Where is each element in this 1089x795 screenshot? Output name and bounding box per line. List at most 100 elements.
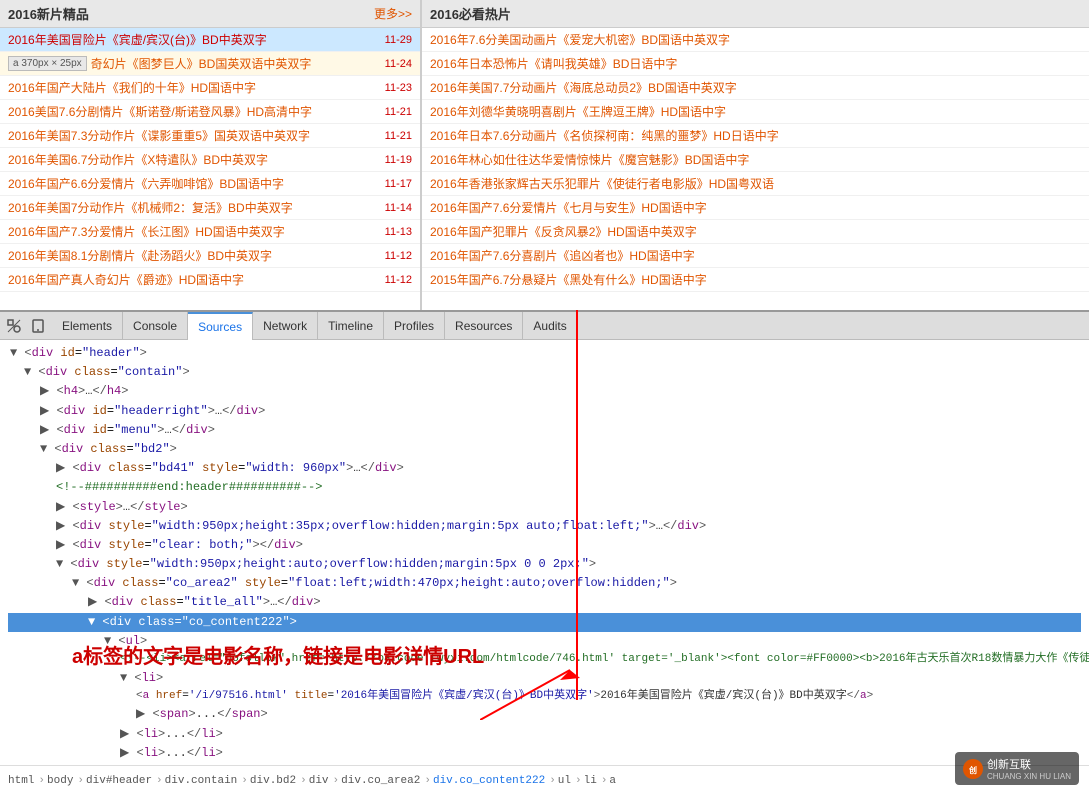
list-item[interactable]: 2016年国产6.6分爱情片《六弄咖啡馆》BD国语中字 11-17	[0, 172, 420, 196]
tab-resources[interactable]: Resources	[445, 312, 523, 340]
tree-line: ▼ <div class="co_area2" style="float:lef…	[8, 574, 1081, 593]
movie-date: 11-17	[377, 178, 412, 190]
tree-line: ▶ <h4>…</h4>	[8, 382, 1081, 401]
movie-title: 2016年刘德华黄晓明喜剧片《王牌逗王牌》HD国语中字	[430, 103, 1081, 120]
list-item[interactable]: 2016年国产7.3分爱情片《长江图》HD国语中英双字 11-13	[0, 220, 420, 244]
left-section-title: 2016新片精品	[8, 4, 89, 23]
movie-panel: 2016新片精品 更多>> 2016年美国冒险片《宾虚/宾汉(台)》BD中英双字…	[0, 0, 1089, 310]
movie-title: 2016年美国8.1分剧情片《赴汤蹈火》BD中英双字	[8, 247, 377, 264]
tab-profiles[interactable]: Profiles	[384, 312, 445, 340]
list-item[interactable]: 2016年国产大陆片《我们的十年》HD国语中字 11-23	[0, 76, 420, 100]
inspect-icon	[7, 319, 21, 333]
breadcrumb-item[interactable]: a	[609, 775, 616, 787]
movie-title: 奇幻片《图梦巨人》BD国英双语中英双字	[91, 55, 377, 72]
movie-title: 2016年国产真人奇幻片《爵迹》HD国语中字	[8, 271, 377, 288]
list-item[interactable]: 2016美国7.6分剧情片《斯诺登/斯诺登风暴》HD高清中字 11-21	[0, 100, 420, 124]
breadcrumb-item-current[interactable]: div.co_content222	[433, 775, 545, 787]
tree-line: ▶ <li>…</li>	[8, 763, 1081, 765]
tree-line: ▶ <style>…</style>	[8, 498, 1081, 517]
movie-title: 2016年日本恐怖片《请叫我英雄》BD日语中字	[430, 55, 1081, 72]
tab-audits[interactable]: Audits	[523, 312, 577, 340]
right-movie-list: 2016年7.6分美国动画片《爱宠大机密》BD国语中英双字 2016年日本恐怖片…	[422, 28, 1089, 292]
movie-title: 2016年国产7.6分喜剧片《追凶者也》HD国语中字	[430, 247, 1081, 264]
movie-date: 11-19	[377, 154, 412, 166]
movie-title: 2016年国产6.6分爱情片《六弄咖啡馆》BD国语中字	[8, 175, 377, 192]
list-item[interactable]: 2016年日本7.6分动画片《名侦探柯南：纯黑的噩梦》HD日语中字	[422, 124, 1089, 148]
brand-badge: 创 创新互联 CHUANG XIN HU LIAN	[955, 752, 1079, 785]
tree-line: ▼ <div id="header">	[8, 344, 1081, 363]
tab-console[interactable]: Console	[123, 312, 188, 340]
list-item[interactable]: 2016年美国6.7分动作片《X特遣队》BD中英双字 11-19	[0, 148, 420, 172]
list-item[interactable]: 2016年国产7.6分喜剧片《追凶者也》HD国语中字	[422, 244, 1089, 268]
list-item[interactable]: 2016年美国7.3分动作片《谍影重重5》国英双语中英双字 11-21	[0, 124, 420, 148]
movie-title: 2016年美国6.7分动作片《X特遣队》BD中英双字	[8, 151, 377, 168]
movie-title: 2016年国产犯罪片《反贪风暴2》HD国语中英双字	[430, 223, 1081, 240]
list-item[interactable]: a 370px × 25px 奇幻片《图梦巨人》BD国英双语中英双字 11-24	[0, 52, 420, 76]
tree-line-selected[interactable]: ▼ <div class="co_content222">	[8, 613, 1081, 632]
tree-line: ▶ <div class="bd41" style="width: 960px"…	[8, 459, 1081, 478]
list-item[interactable]: 2016年美国7.7分动画片《海底总动员2》BD国语中英双字	[422, 76, 1089, 100]
movie-title: 2016年美国冒险片《宾虚/宾汉(台)》BD中英双字	[8, 31, 377, 48]
movie-date: 11-23	[377, 82, 412, 94]
breadcrumb-item[interactable]: div.co_area2	[341, 775, 420, 787]
tab-elements[interactable]: Elements	[52, 312, 123, 340]
breadcrumb-item[interactable]: div#header	[86, 775, 152, 787]
tree-line: ▶ <li>...</li>	[8, 744, 1081, 763]
mobile-icon-btn[interactable]	[28, 316, 48, 336]
movie-date: 11-14	[377, 202, 412, 214]
right-movie-section: 2016必看热片 2016年7.6分美国动画片《爱宠大机密》BD国语中英双字 2…	[421, 0, 1089, 310]
tree-line: ▶ <div class="title_all">…</div>	[8, 593, 1081, 612]
left-section-header: 2016新片精品 更多>>	[0, 0, 420, 28]
list-item[interactable]: 2016年国产真人奇幻片《爵迹》HD国语中字 11-12	[0, 268, 420, 292]
inspect-icon-btn[interactable]	[4, 316, 24, 336]
tree-line: ▶ <div style="clear: both;"></div>	[8, 536, 1081, 555]
list-item[interactable]: 2016年7.6分美国动画片《爱宠大机密》BD国语中英双字	[422, 28, 1089, 52]
tab-timeline[interactable]: Timeline	[318, 312, 384, 340]
app-container: 2016新片精品 更多>> 2016年美国冒险片《宾虚/宾汉(台)》BD中英双字…	[0, 0, 1089, 793]
list-item[interactable]: 2016年国产犯罪片《反贪风暴2》HD国语中英双字	[422, 220, 1089, 244]
movie-date: 11-13	[377, 226, 412, 238]
list-item[interactable]: 2016年美国8.1分剧情片《赴汤蹈火》BD中英双字 11-12	[0, 244, 420, 268]
tree-line: ▶ <div id="menu">…</div>	[8, 421, 1081, 440]
movie-title: 2016年日本7.6分动画片《名侦探柯南：纯黑的噩梦》HD日语中字	[430, 127, 1081, 144]
breadcrumb-item[interactable]: div	[309, 775, 329, 787]
breadcrumb-item[interactable]: ul	[558, 775, 571, 787]
breadcrumb-item[interactable]: body	[47, 775, 73, 787]
breadcrumb-item[interactable]: li	[584, 775, 597, 787]
tree-line: ▼ <div style="width:950px;height:auto;ov…	[8, 555, 1081, 574]
movie-title: 2016年国产大陆片《我们的十年》HD国语中字	[8, 79, 377, 96]
movie-date: 11-24	[377, 58, 412, 70]
list-item[interactable]: 2016年国产7.6分爱情片《七月与安生》HD国语中字	[422, 196, 1089, 220]
breadcrumb-item[interactable]: html	[8, 775, 34, 787]
devtools-tabs-bar: Elements Console Sources Network Timelin…	[0, 312, 1089, 340]
annotation-text: a标签的文字是电影名称，链接是电影详情URL	[72, 640, 484, 669]
movie-title: 2016年香港张家辉古天乐犯罪片《使徒行者电影版》HD国粤双语	[430, 175, 1081, 192]
tab-network[interactable]: Network	[253, 312, 318, 340]
left-section-more[interactable]: 更多>>	[374, 5, 412, 22]
list-item[interactable]: 2016年刘德华黄晓明喜剧片《王牌逗王牌》HD国语中字	[422, 100, 1089, 124]
list-item[interactable]: 2016年香港张家辉古天乐犯罪片《使徒行者电影版》HD国粤双语	[422, 172, 1089, 196]
list-item[interactable]: 2016年美国7分动作片《机械师2：复活》BD中英双字 11-14	[0, 196, 420, 220]
list-item[interactable]: 2016年日本恐怖片《请叫我英雄》BD日语中字	[422, 52, 1089, 76]
list-item[interactable]: 2016年美国冒险片《宾虚/宾汉(台)》BD中英双字 11-29	[0, 28, 420, 52]
breadcrumb-bar: html › body › div#header › div.contain ›…	[0, 765, 1089, 795]
tree-line: ▼ <div class="contain">	[8, 363, 1081, 382]
movie-date: 11-29	[377, 34, 412, 46]
list-item[interactable]: 2016年林心如仕往达华爱情惊悚片《魔宫魅影》BD国语中字	[422, 148, 1089, 172]
red-arrow-line	[576, 310, 578, 700]
tree-line: ▶ <li>...</li>	[8, 725, 1081, 744]
tree-line: ▼ <div class="bd2">	[8, 440, 1081, 459]
movie-title: 2016美国7.6分剧情片《斯诺登/斯诺登风暴》HD高清中字	[8, 103, 377, 120]
red-arrow-diagonal	[480, 660, 600, 723]
breadcrumb-item[interactable]: div.bd2	[250, 775, 296, 787]
tab-sources[interactable]: Sources	[188, 312, 253, 340]
left-movie-list: 2016年美国冒险片《宾虚/宾汉(台)》BD中英双字 11-29 a 370px…	[0, 28, 420, 292]
movie-date: 11-21	[377, 130, 412, 142]
movie-title: 2016年7.6分美国动画片《爱宠大机密》BD国语中英双字	[430, 31, 1081, 48]
right-section-header: 2016必看热片	[422, 0, 1089, 28]
brand-name: 创新互联 CHUANG XIN HU LIAN	[987, 756, 1071, 781]
tree-line: ▶ <div style="width:950px;height:35px;ov…	[8, 517, 1081, 536]
list-item[interactable]: 2015年国产6.7分悬疑片《黑处有什么》HD国语中字	[422, 268, 1089, 292]
breadcrumb-item[interactable]: div.contain	[165, 775, 238, 787]
movie-date: 11-21	[377, 106, 412, 118]
